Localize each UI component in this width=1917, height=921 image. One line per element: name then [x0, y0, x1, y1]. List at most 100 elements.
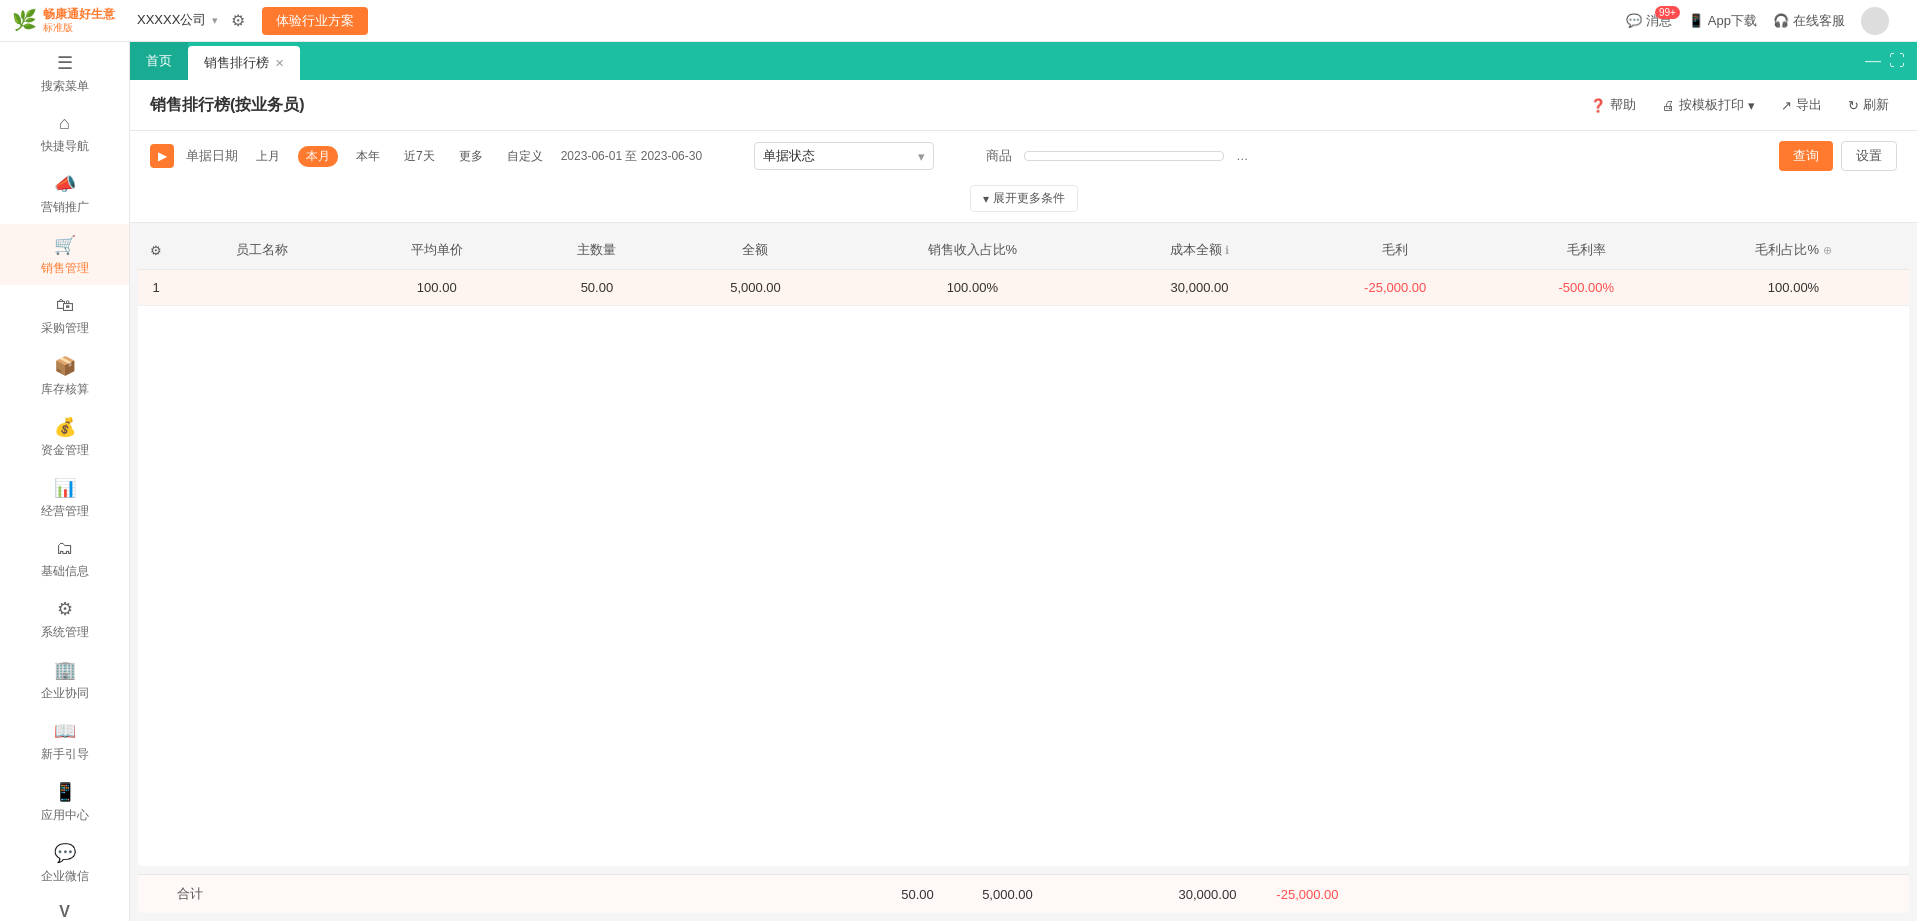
avatar[interactable]: [1861, 7, 1889, 35]
sidebar-label-sales: 销售管理: [41, 260, 89, 277]
sidebar-item-inventory[interactable]: 📦 库存核算: [0, 345, 129, 406]
company-chevron-icon[interactable]: ▾: [212, 14, 218, 27]
sidebar-label-enterprise: 企业协同: [41, 685, 89, 702]
home-tab-label: 首页: [146, 52, 172, 70]
trial-button[interactable]: 体验行业方案: [262, 7, 368, 35]
more-filters-icon[interactable]: …: [1236, 149, 1248, 163]
wechat-icon: 💬: [54, 842, 76, 864]
date-this-year[interactable]: 本年: [350, 146, 386, 167]
col-gear-icon[interactable]: ⚙: [150, 243, 162, 258]
sales-icon: 🛒: [54, 234, 76, 256]
sidebar-label-app-center: 应用中心: [41, 807, 89, 824]
tab-home[interactable]: 首页: [130, 42, 188, 80]
main-layout: ☰ 搜索菜单 ⌂ 快捷导航 📣 营销推广 🛒 销售管理 🛍 采购管理 📦 库存核…: [0, 42, 1917, 921]
filter-bar: ▶ 单据日期 上月 本月 本年 近7天 更多 自定义 2023-06-01 至 …: [130, 131, 1917, 223]
service-icon: 🎧: [1773, 13, 1789, 28]
col-gross: 毛利: [1296, 231, 1495, 270]
footer-label: 合计: [150, 885, 230, 903]
sidebar-item-basic[interactable]: 🗂 基础信息: [0, 528, 129, 588]
print-chevron-icon: ▾: [1748, 98, 1755, 113]
cell-amount: 5,000.00: [670, 270, 842, 306]
online-service-btn[interactable]: 🎧 在线客服: [1773, 12, 1845, 30]
sales-rank-tab-label: 销售排行榜: [204, 54, 269, 72]
enterprise-icon: 🏢: [54, 659, 76, 681]
sidebar-item-sales[interactable]: 🛒 销售管理: [0, 224, 129, 285]
col-settings[interactable]: ⚙: [138, 231, 174, 270]
sidebar-item-search[interactable]: ☰ 搜索菜单: [0, 42, 129, 103]
gross-pct-info-icon: ⊕: [1823, 244, 1832, 256]
cell-rank: 1: [138, 270, 174, 306]
export-button[interactable]: ↗ 导出: [1773, 92, 1830, 118]
table-header: ⚙ 员工名称 平均单价 主数量 全额 销售收入占比% 成本全额 ℹ 毛利 毛利率…: [138, 231, 1909, 270]
refresh-icon: ↻: [1848, 98, 1859, 113]
sidebar-label-inventory: 库存核算: [41, 381, 89, 398]
sidebar-item-shortcut[interactable]: ⌂ 快捷导航: [0, 103, 129, 163]
date-custom[interactable]: 自定义: [501, 146, 549, 167]
sidebar-item-finance[interactable]: 💰 资金管理: [0, 406, 129, 467]
page-content: 销售排行榜(按业务员) ❓ 帮助 🖨 按模板打印 ▾ ↗ 导出: [130, 80, 1917, 921]
sidebar-item-guide[interactable]: 📖 新手引导: [0, 710, 129, 771]
inventory-icon: 📦: [54, 355, 76, 377]
expand-button[interactable]: ▾ 展开更多条件: [970, 185, 1078, 212]
sidebar-item-member[interactable]: V 畅会员: [0, 893, 129, 921]
col-avg-price: 平均单价: [349, 231, 524, 270]
finance-icon: 💰: [54, 416, 76, 438]
company-selector[interactable]: 🌿 畅康通好生意 标准版 XXXXX公司 ▾: [12, 7, 218, 33]
sidebar-item-app-center[interactable]: 📱 应用中心: [0, 771, 129, 832]
sidebar-item-wechat[interactable]: 💬 企业微信: [0, 832, 129, 893]
status-select[interactable]: 单据状态 ▾: [754, 142, 934, 170]
top-bar: 🌿 畅康通好生意 标准版 XXXXX公司 ▾ ⚙ 体验行业方案 💬 消息 99+…: [0, 0, 1917, 42]
query-button[interactable]: 查询: [1779, 141, 1833, 171]
col-cost: 成本全额 ℹ: [1103, 231, 1296, 270]
sidebar-label-finance: 资金管理: [41, 442, 89, 459]
cell-name: [174, 270, 349, 306]
app-name: 畅康通好生意: [43, 7, 115, 21]
tab-minimize-icon[interactable]: —: [1865, 52, 1881, 70]
date-last-month[interactable]: 上月: [250, 146, 286, 167]
date-7days[interactable]: 近7天: [398, 146, 441, 167]
page-header-actions: ❓ 帮助 🖨 按模板打印 ▾ ↗ 导出 ↻ 刷新: [1582, 92, 1897, 118]
print-button[interactable]: 🖨 按模板打印 ▾: [1654, 92, 1763, 118]
sidebar-label-guide: 新手引导: [41, 746, 89, 763]
help-button[interactable]: ❓ 帮助: [1582, 92, 1644, 118]
col-qty: 主数量: [524, 231, 669, 270]
purchase-icon: 🛍: [56, 295, 74, 316]
query-actions: 查询 设置: [1769, 141, 1897, 171]
cell-avg-price: 100.00: [349, 270, 524, 306]
date-this-month[interactable]: 本月: [298, 146, 338, 167]
settings-button[interactable]: 设置: [1841, 141, 1897, 171]
basic-icon: 🗂: [56, 538, 74, 559]
col-gross-rate: 毛利率: [1494, 231, 1678, 270]
sidebar-item-operations[interactable]: 📊 经营管理: [0, 467, 129, 528]
date-more[interactable]: 更多: [453, 146, 489, 167]
tab-maximize-icon[interactable]: ⛶: [1889, 52, 1905, 70]
nav-tabs: 首页 销售排行榜 ✕ — ⛶: [130, 42, 1917, 80]
sidebar-item-enterprise[interactable]: 🏢 企业协同: [0, 649, 129, 710]
goods-input[interactable]: [1024, 151, 1224, 161]
table-row: 1 100.00 50.00 5,000.00 100.00% 30,000.0…: [138, 270, 1909, 306]
expand-row: ▾ 展开更多条件: [150, 177, 1897, 212]
cell-gross: -25,000.00: [1296, 270, 1495, 306]
content-area: 首页 销售排行榜 ✕ — ⛶ 销售排行榜(按业务员) ❓ 帮助: [130, 42, 1917, 921]
company-name: XXXXX公司: [137, 11, 206, 29]
status-label: 单据状态: [763, 147, 815, 165]
tab-sales-rank[interactable]: 销售排行榜 ✕: [188, 46, 300, 80]
message-icon: 💬: [1626, 13, 1642, 28]
settings-icon[interactable]: ⚙: [224, 7, 252, 35]
messages-btn[interactable]: 💬 消息 99+: [1626, 12, 1672, 30]
cell-gross-rate: -500.00%: [1494, 270, 1678, 306]
sidebar-item-system[interactable]: ⚙ 系统管理: [0, 588, 129, 649]
sidebar-item-marketing[interactable]: 📣 营销推广: [0, 163, 129, 224]
sidebar-label-shortcut: 快捷导航: [41, 138, 89, 155]
tab-close-icon[interactable]: ✕: [275, 57, 284, 70]
sidebar-item-purchase[interactable]: 🛍 采购管理: [0, 285, 129, 345]
table-wrapper: ⚙ 员工名称 平均单价 主数量 全额 销售收入占比% 成本全额 ℹ 毛利 毛利率…: [138, 231, 1909, 866]
table-footer: 合计 50.00 5,000.00 30,000.00 -25,000.00: [138, 874, 1909, 913]
sidebar-label-system: 系统管理: [41, 624, 89, 641]
refresh-button[interactable]: ↻ 刷新: [1840, 92, 1897, 118]
filter-toggle-icon[interactable]: ▶: [150, 144, 174, 168]
app-center-icon: 📱: [54, 781, 76, 803]
col-amount: 全额: [670, 231, 842, 270]
app-download-btn[interactable]: 📱 App下载: [1688, 12, 1757, 30]
operations-icon: 📊: [54, 477, 76, 499]
